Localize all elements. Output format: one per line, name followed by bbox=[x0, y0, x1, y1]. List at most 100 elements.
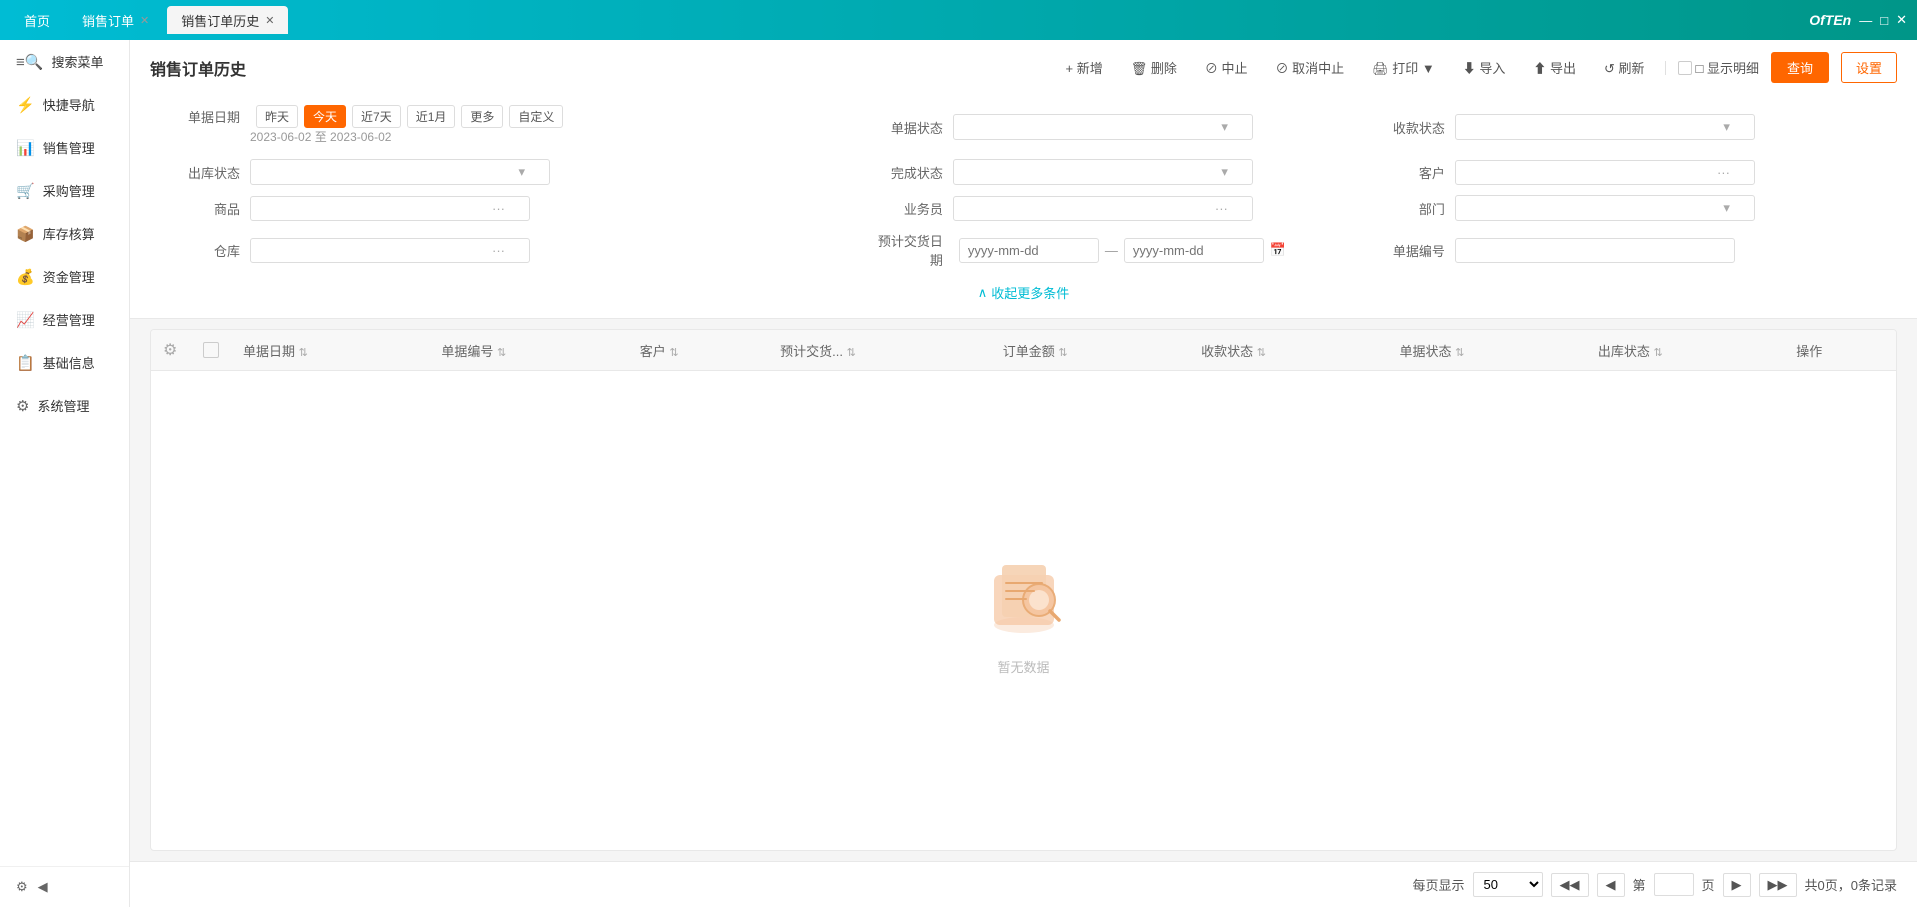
sort-icon-customer: ⇅ bbox=[669, 347, 678, 359]
display-detail-checkbox[interactable] bbox=[1678, 61, 1692, 75]
th-order-amount[interactable]: 订单金额 ⇅ bbox=[991, 330, 1189, 371]
tab-home[interactable]: 首页 bbox=[10, 6, 64, 34]
main-layout: ≡🔍 搜索菜单 ⚡ 快捷导航 📊 销售管理 🛒 采购管理 📦 库存核算 💰 资金… bbox=[0, 40, 1917, 907]
sidebar-item-operations-mgmt[interactable]: 📈 经营管理 bbox=[0, 298, 129, 341]
filter-delivery-date-end[interactable] bbox=[1124, 238, 1264, 263]
query-button[interactable]: 查询 bbox=[1771, 52, 1829, 83]
filter-label-product: 商品 bbox=[170, 199, 250, 218]
sidebar-item-sales-mgmt[interactable]: 📊 销售管理 bbox=[0, 126, 129, 169]
import-button[interactable]: ⬇ 导入 bbox=[1455, 54, 1514, 81]
page-size-select[interactable]: 50 20 100 bbox=[1473, 872, 1543, 897]
sidebar-item-basic-info[interactable]: 📋 基础信息 bbox=[0, 341, 129, 384]
empty-state: 暂无数据 bbox=[151, 371, 1896, 850]
sidebar-item-system-mgmt[interactable]: ⚙ 系统管理 bbox=[0, 384, 129, 427]
collapse-row[interactable]: ∧ 收起更多条件 bbox=[170, 279, 1877, 308]
pagination-first[interactable]: ◀◀ bbox=[1551, 873, 1589, 897]
header-checkbox[interactable] bbox=[203, 342, 219, 358]
filter-col-product: 商品 ··· bbox=[170, 196, 873, 221]
pagination-page-label: 页 bbox=[1702, 875, 1715, 894]
sidebar-item-search-menu-label: 搜索菜单 bbox=[51, 52, 103, 71]
date-btn-1month[interactable]: 近1月 bbox=[407, 105, 456, 128]
sidebar-item-purchase-mgmt[interactable]: 🛒 采购管理 bbox=[0, 169, 129, 212]
date-btn-7days[interactable]: 近7天 bbox=[352, 105, 401, 128]
filter-label-date: 单据日期 bbox=[170, 107, 250, 126]
filter-label-complete-status: 完成状态 bbox=[873, 163, 953, 182]
tab-sales-order-history[interactable]: 销售订单历史 ✕ bbox=[167, 6, 288, 34]
settings-button[interactable]: 设置 bbox=[1841, 52, 1897, 83]
pagination-last[interactable]: ▶▶ bbox=[1759, 873, 1797, 897]
filter-input-bill-no[interactable] bbox=[1455, 238, 1735, 263]
sidebar-settings-icon[interactable]: ⚙ bbox=[16, 879, 28, 895]
sidebar-item-quick-nav[interactable]: ⚡ 快捷导航 bbox=[0, 83, 129, 126]
filter-delivery-date-start[interactable] bbox=[959, 238, 1099, 263]
date-btn-custom[interactable]: 自定义 bbox=[509, 105, 563, 128]
search-menu-icon: ≡🔍 bbox=[16, 53, 43, 71]
window-maximize[interactable]: □ bbox=[1880, 13, 1888, 28]
tab-sales-order-close[interactable]: ✕ bbox=[140, 14, 149, 27]
filter-select-warehouse[interactable]: ··· bbox=[250, 238, 530, 263]
filter-select-bill-status[interactable]: ▾ bbox=[953, 114, 1253, 140]
th-bill-status[interactable]: 单据状态 ⇅ bbox=[1387, 330, 1585, 371]
th-payment-status[interactable]: 收款状态 ⇅ bbox=[1189, 330, 1387, 371]
top-bar-right: OfTEn — □ ✕ bbox=[1809, 12, 1907, 28]
pagination-next[interactable]: ▶ bbox=[1723, 873, 1751, 897]
filter-select-product[interactable]: ··· bbox=[250, 196, 530, 221]
print-button[interactable]: 🖨 打印 ▼ bbox=[1364, 54, 1443, 81]
capital-mgmt-icon: 💰 bbox=[16, 268, 35, 286]
th-expected-delivery-label: 预计交货... bbox=[780, 344, 843, 359]
th-order-amount-label: 订单金额 bbox=[1003, 344, 1055, 359]
th-expected-delivery[interactable]: 预计交货... ⇅ bbox=[768, 330, 991, 371]
filter-col-warehouse: 仓库 ··· bbox=[170, 238, 873, 263]
window-minimize[interactable]: — bbox=[1859, 13, 1872, 28]
filter-warehouse-ellipsis[interactable]: ··· bbox=[492, 243, 505, 258]
filter-select-department[interactable]: ▾ bbox=[1455, 195, 1755, 221]
window-close[interactable]: ✕ bbox=[1896, 12, 1907, 28]
toolbar-divider bbox=[1665, 61, 1666, 75]
date-btn-more[interactable]: 更多 bbox=[461, 105, 503, 128]
filter-select-salesperson[interactable]: ··· bbox=[953, 196, 1253, 221]
filter-label-department: 部门 bbox=[1375, 199, 1455, 218]
sort-icon-outbound-status: ⇅ bbox=[1654, 347, 1663, 359]
filter-select-payment-status[interactable]: ▾ bbox=[1455, 114, 1755, 140]
sidebar-item-system-mgmt-label: 系统管理 bbox=[37, 396, 89, 415]
sidebar-item-inventory-calc[interactable]: 📦 库存核算 bbox=[0, 212, 129, 255]
stop-button[interactable]: ⊘ 中止 bbox=[1197, 54, 1256, 81]
date-btn-today[interactable]: 今天 bbox=[304, 105, 346, 128]
filter-salesperson-ellipsis[interactable]: ··· bbox=[1215, 201, 1228, 216]
sidebar-item-capital-mgmt[interactable]: 💰 资金管理 bbox=[0, 255, 129, 298]
display-detail-toggle[interactable]: □ 显示明细 bbox=[1678, 58, 1759, 77]
filter-select-outbound-status[interactable]: ▾ bbox=[250, 159, 550, 185]
filter-customer-ellipsis[interactable]: ··· bbox=[1717, 165, 1730, 180]
content-area: 销售订单历史 + 新增 🗑 删除 ⊘ 中止 ⊘ 取消中止 🖨 打印 ▼ ⬇ 导入… bbox=[130, 40, 1917, 907]
calendar-icon-start[interactable]: 📅 bbox=[1270, 242, 1286, 258]
filter-label-outbound-status: 出库状态 bbox=[170, 163, 250, 182]
filter-product-ellipsis[interactable]: ··· bbox=[492, 201, 505, 216]
tab-sales-order-history-close[interactable]: ✕ bbox=[265, 14, 274, 27]
column-settings-icon[interactable]: ⚙ bbox=[163, 342, 177, 359]
th-customer[interactable]: 客户 ⇅ bbox=[628, 330, 768, 371]
quick-nav-icon: ⚡ bbox=[16, 96, 35, 114]
th-bill-no[interactable]: 单据编号 ⇅ bbox=[429, 330, 627, 371]
cancel-stop-button[interactable]: ⊘ 取消中止 bbox=[1268, 54, 1353, 81]
th-checkbox bbox=[191, 330, 231, 371]
sidebar-collapse-icon[interactable]: ◀ bbox=[38, 879, 48, 895]
tab-sales-order[interactable]: 销售订单 ✕ bbox=[68, 6, 163, 34]
th-outbound-status-label: 出库状态 bbox=[1598, 344, 1650, 359]
pagination-prev[interactable]: ◀ bbox=[1597, 873, 1625, 897]
sidebar-item-search-menu[interactable]: ≡🔍 搜索菜单 bbox=[0, 40, 129, 83]
sort-icon-bill-status: ⇅ bbox=[1455, 347, 1464, 359]
filter-select-customer[interactable]: ··· bbox=[1455, 160, 1755, 185]
system-mgmt-icon: ⚙ bbox=[16, 397, 29, 415]
date-btn-yesterday[interactable]: 昨天 bbox=[256, 105, 298, 128]
th-payment-status-label: 收款状态 bbox=[1201, 344, 1253, 359]
th-bill-date[interactable]: 单据日期 ⇅ bbox=[231, 330, 429, 371]
export-button[interactable]: ⬆ 导出 bbox=[1525, 54, 1584, 81]
pagination-page-input[interactable]: 1 bbox=[1654, 873, 1694, 896]
filter-select-complete-status[interactable]: ▾ bbox=[953, 159, 1253, 185]
th-outbound-status[interactable]: 出库状态 ⇅ bbox=[1586, 330, 1784, 371]
refresh-button[interactable]: ↺ 刷新 bbox=[1596, 54, 1653, 81]
delete-button[interactable]: 🗑 删除 bbox=[1123, 54, 1185, 81]
th-action: 操作 bbox=[1784, 330, 1896, 371]
add-button[interactable]: + 新增 bbox=[1058, 54, 1111, 81]
th-customer-label: 客户 bbox=[640, 344, 666, 359]
